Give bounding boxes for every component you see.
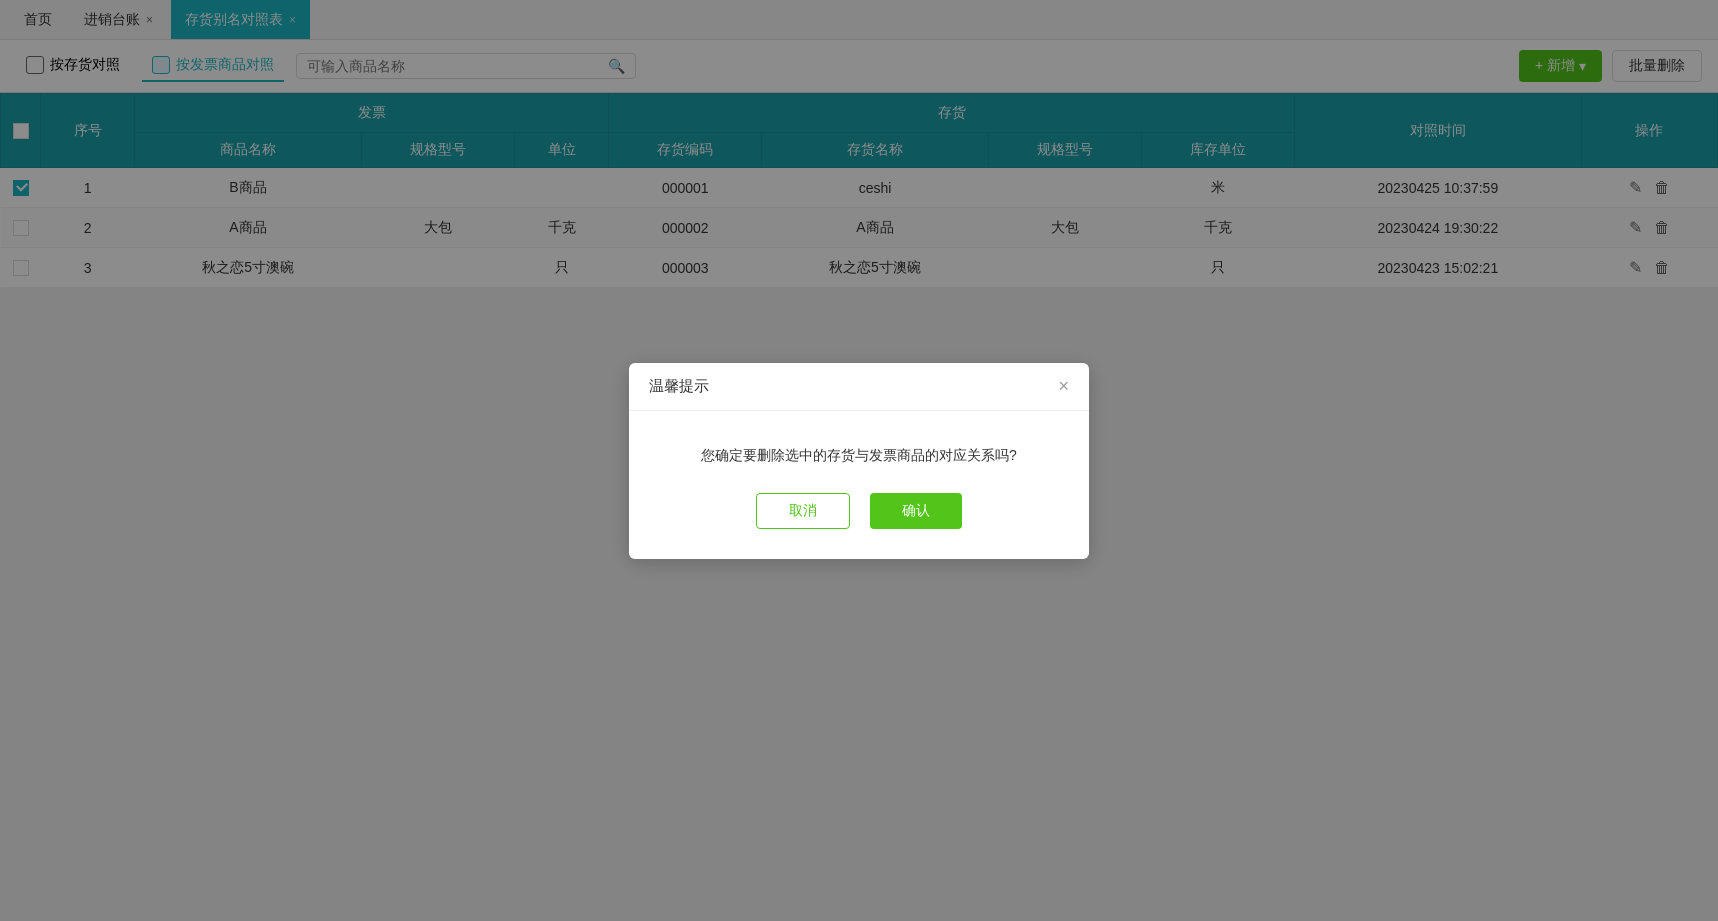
dialog-overlay: 温馨提示 × 您确定要删除选中的存货与发票商品的对应关系吗? 取消 确认 (0, 0, 1718, 288)
